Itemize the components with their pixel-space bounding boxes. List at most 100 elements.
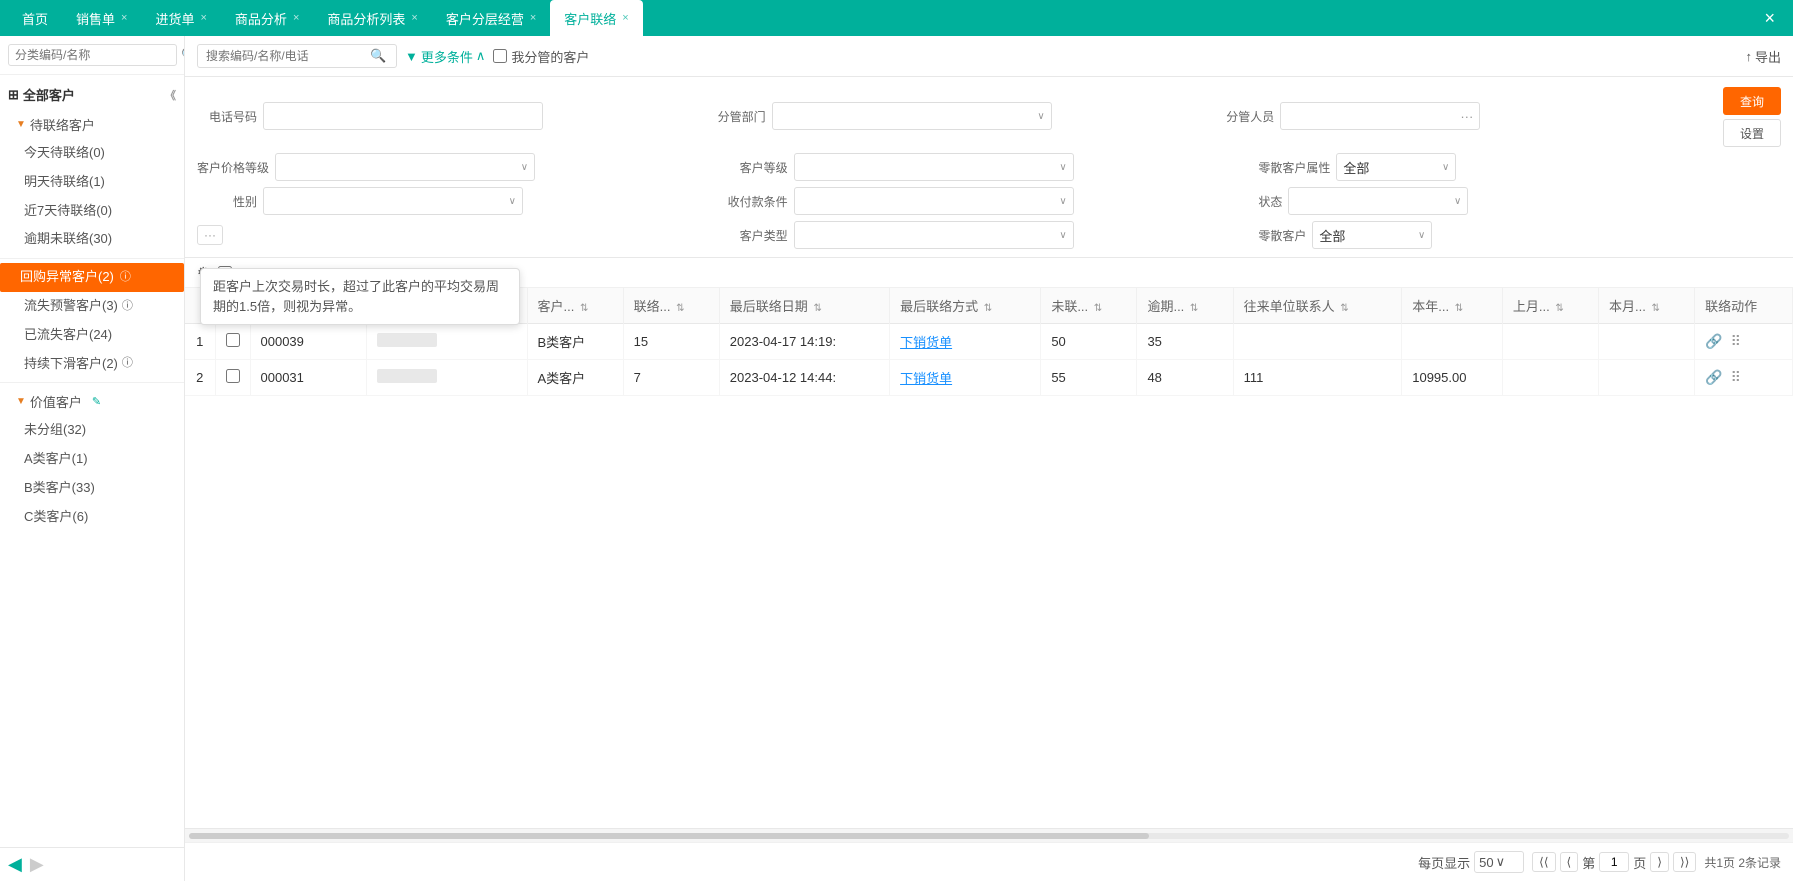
horizontal-scrollbar[interactable]	[185, 828, 1793, 842]
contact-action-icon[interactable]: 🔗	[1705, 333, 1722, 350]
contact-action-icon[interactable]: 🔗	[1705, 369, 1722, 386]
value-customers-group[interactable]: ▼ 价值客户 ✎	[0, 387, 184, 416]
pending-contact-group[interactable]: ▼ 待联络客户	[0, 110, 184, 139]
sort-icon: ⇅	[813, 303, 821, 314]
col-contact-person: 往来单位联系人 ⇅	[1233, 288, 1402, 324]
category-search-input[interactable]	[8, 44, 177, 66]
per-page-select[interactable]: 50 ∨	[1474, 851, 1524, 873]
sort-icon: ⇅	[1340, 303, 1348, 314]
sidebar-item-c-class[interactable]: C类客户(6)	[0, 503, 184, 532]
sidebar-item-lost-risk[interactable]: 流失预警客户(3) ⓘ	[0, 292, 184, 321]
my-customers-checkbox[interactable]	[493, 49, 507, 63]
cell-index: 1	[185, 324, 215, 360]
sidebar-item-declining[interactable]: 持续下滑客户(2) ⓘ	[0, 350, 184, 379]
payment-select[interactable]: ∨	[794, 187, 1074, 215]
all-customers-header[interactable]: ⊞ 全部客户 《	[0, 79, 184, 110]
status-select[interactable]: ∨	[1288, 187, 1468, 215]
more-conditions-btn[interactable]: ▼ 更多条件 ∧	[405, 47, 485, 66]
sidebar-item-overdue[interactable]: 逾期未联络(30)	[0, 225, 184, 254]
cell-contact-count: 15	[623, 324, 719, 360]
zero-sale-attr-field: 零散客户属性 全部 ∨	[1258, 153, 1781, 181]
chevron-down-icon: ∨	[1037, 111, 1044, 122]
nav-item-sales[interactable]: 销售单 ×	[62, 0, 141, 36]
sidebar-item-a-class[interactable]: A类客户(1)	[0, 445, 184, 474]
expand-icon: ▼	[16, 396, 26, 407]
table-scroll[interactable]: 客户编码 ⇅ 客户名称 ⇅ 客户... ⇅	[185, 288, 1793, 828]
window-close-button[interactable]: ×	[1754, 8, 1785, 29]
page-input[interactable]	[1599, 852, 1629, 872]
sidebar-item-7days[interactable]: 近7天待联络(0)	[0, 197, 184, 226]
extra-conditions-button[interactable]: ···	[197, 225, 223, 245]
close-icon[interactable]: ×	[121, 12, 127, 24]
nav-item-customer-contact[interactable]: 客户联络 ×	[550, 0, 642, 36]
customer-type-select[interactable]: ∨	[794, 221, 1074, 249]
chevron-down-icon: ∨	[1496, 854, 1506, 870]
filter-row-2: 客户价格等级 ∨ 客户等级 ∨ 零散客户属性	[197, 153, 1781, 181]
expand-icon: ▼	[16, 119, 26, 130]
zero-sale-attr-select[interactable]: 全部 ∨	[1336, 153, 1456, 181]
close-icon-active[interactable]: ×	[622, 12, 628, 24]
more-action-icon[interactable]: ⠿	[1731, 369, 1741, 386]
table-row: 1 000039 B类客户 15 2023-04-17 14	[185, 324, 1793, 360]
nav-item-customer-tier[interactable]: 客户分层经营 ×	[432, 0, 550, 36]
collapse-icon[interactable]: 《	[165, 87, 176, 103]
row-checkbox[interactable]	[226, 369, 240, 383]
cell-last-method[interactable]: 下销货单	[890, 324, 1041, 360]
scroll-thumb	[189, 833, 1149, 839]
more-action-icon[interactable]: ⠿	[1731, 333, 1741, 350]
dept-select[interactable]: ∨	[772, 102, 1052, 130]
query-button[interactable]: 查询	[1723, 87, 1781, 115]
last-method-link[interactable]: 下销货单	[900, 371, 952, 386]
search-icon[interactable]: 🔍	[181, 47, 185, 63]
sidebar-left-nav[interactable]: ◀	[8, 854, 22, 875]
nav-item-product-analysis[interactable]: 商品分析 ×	[221, 0, 313, 36]
search-icon[interactable]: 🔍	[370, 48, 386, 64]
chevron-down-icon: ∨	[1442, 162, 1449, 173]
nav-item-home[interactable]: 首页	[8, 0, 62, 36]
sidebar-item-lost-customers[interactable]: 已流失客户(24)	[0, 321, 184, 350]
close-icon[interactable]: ×	[293, 12, 299, 24]
info-icon: ⓘ	[120, 269, 131, 287]
sidebar-right-nav[interactable]: ▶	[30, 854, 44, 875]
gender-select[interactable]: ∨	[263, 187, 523, 215]
supervisor-field: 分管人员 ···	[1214, 102, 1715, 130]
cell-level: A类客户	[527, 360, 623, 396]
row-checkbox[interactable]	[226, 333, 240, 347]
zero-customer-select[interactable]: 全部 ∨	[1312, 221, 1432, 249]
table-row: 2 000031 A类客户 7 2023-04-12 14:	[185, 360, 1793, 396]
sidebar-item-today[interactable]: 今天待联络(0)	[0, 139, 184, 168]
ellipsis-icon: ···	[1460, 109, 1473, 124]
col-no-contact: 未联... ⇅	[1041, 288, 1137, 324]
sidebar-item-b-class[interactable]: B类客户(33)	[0, 474, 184, 503]
edit-icon[interactable]: ✎	[92, 395, 101, 408]
settings-button[interactable]: 设置	[1723, 119, 1781, 147]
close-icon[interactable]: ×	[411, 12, 417, 24]
nav-item-purchase[interactable]: 进货单 ×	[141, 0, 220, 36]
first-page-button[interactable]: ⟨⟨	[1532, 852, 1555, 872]
prev-page-button[interactable]: ⟨	[1560, 852, 1579, 872]
phone-input[interactable]	[263, 102, 543, 130]
chevron-down-icon: ∨	[1059, 162, 1066, 173]
nav-item-product-analysis-list[interactable]: 商品分析列表 ×	[313, 0, 431, 36]
customer-level-field: 客户等级 ∨	[728, 153, 1251, 181]
supervisor-select[interactable]: ···	[1280, 102, 1480, 130]
export-button[interactable]: ↑ 导出	[1745, 47, 1781, 66]
per-page-area: 每页显示 50 ∨	[1418, 851, 1524, 873]
customer-level-select[interactable]: ∨	[794, 153, 1074, 181]
last-page-button[interactable]: ⟩⟩	[1673, 852, 1696, 872]
search-input[interactable]	[206, 49, 366, 63]
sort-icon: ⇅	[1094, 303, 1102, 314]
close-icon[interactable]: ×	[200, 12, 206, 24]
cell-actions: 🔗 ⠿	[1695, 324, 1793, 360]
sidebar-item-repurchase-anomaly[interactable]: 回购异常客户(2) ⓘ	[0, 263, 184, 292]
cell-last-method[interactable]: 下销货单	[890, 360, 1041, 396]
sidebar-item-tomorrow[interactable]: 明天待联络(1)	[0, 168, 184, 197]
sort-icon: ⇅	[1652, 303, 1660, 314]
close-icon[interactable]: ×	[530, 12, 536, 24]
next-page-button[interactable]: ⟩	[1650, 852, 1669, 872]
price-level-select[interactable]: ∨	[275, 153, 535, 181]
last-method-link[interactable]: 下销货单	[900, 335, 952, 350]
sidebar-item-ungrouped[interactable]: 未分组(32)	[0, 416, 184, 445]
zero-customer-field: 零散客户 全部 ∨	[1258, 221, 1781, 249]
pagination: 每页显示 50 ∨ ⟨⟨ ⟨ 第 页 ⟩ ⟩⟩	[185, 842, 1793, 881]
